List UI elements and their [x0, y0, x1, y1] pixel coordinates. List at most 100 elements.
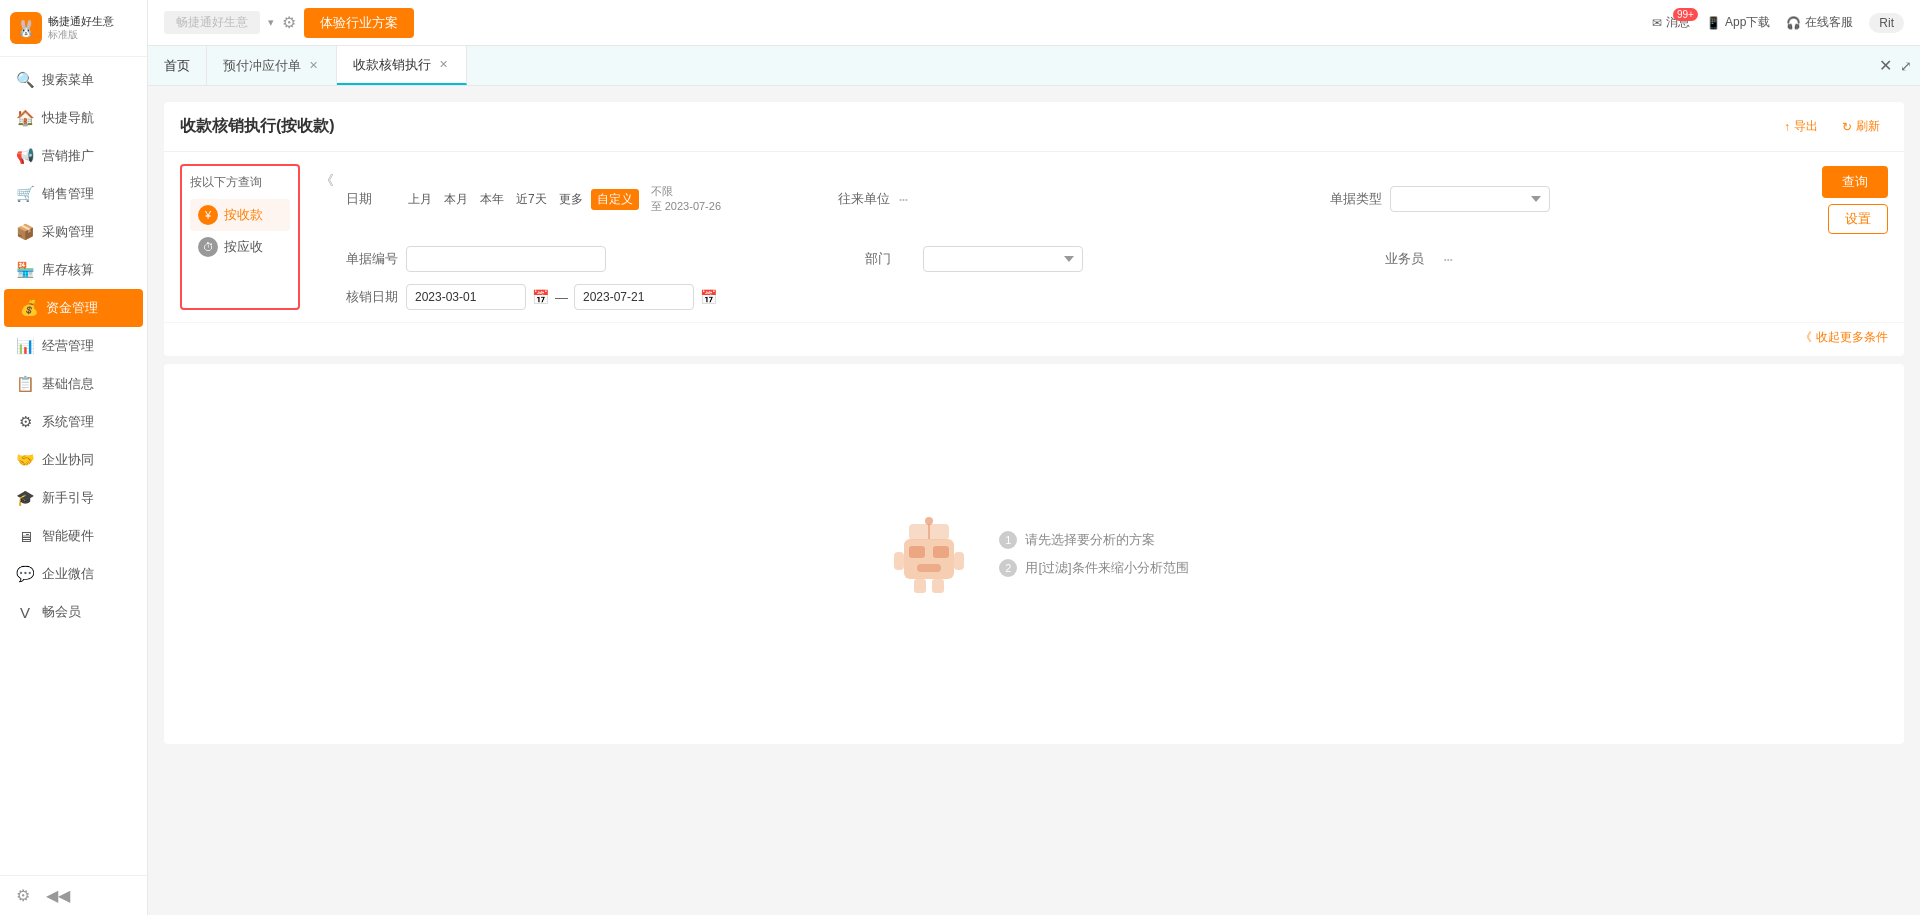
sidebar-item-finance[interactable]: 💰 资金管理 — [4, 289, 143, 327]
sidebar-item-hardware[interactable]: 🖥 智能硬件 — [0, 517, 147, 555]
empty-state: 1 请先选择要分析的方案 2 用[过滤]条件来缩小分析范围 — [164, 364, 1904, 744]
collapse-sidebar-icon[interactable]: ◀◀ — [46, 886, 70, 905]
sidebar-item-marketing[interactable]: 📢 营销推广 — [0, 137, 147, 175]
purchase-icon: 📦 — [16, 223, 34, 241]
sidebar-item-purchase[interactable]: 📦 采购管理 — [0, 213, 147, 251]
online-service-button[interactable]: 🎧 在线客服 — [1786, 14, 1853, 31]
tabbar-expand-icon[interactable]: ⤢ — [1900, 58, 1912, 74]
empty-tips: 1 请先选择要分析的方案 2 用[过滤]条件来缩小分析范围 — [999, 531, 1188, 577]
filter-option-by-receipt[interactable]: ¥ 按收款 — [190, 199, 290, 231]
tab-prepay[interactable]: 预付冲应付单 ✕ — [207, 46, 337, 85]
verify-date-start-input[interactable] — [406, 284, 526, 310]
date-this-month[interactable]: 本月 — [440, 189, 472, 210]
receipt-option-icon: ¥ — [198, 205, 218, 225]
sidebar-item-wechat-label: 企业微信 — [42, 565, 94, 583]
query-button[interactable]: 查询 — [1822, 166, 1888, 198]
service-label: 在线客服 — [1805, 14, 1853, 31]
svg-rect-3 — [917, 564, 941, 572]
partner-dots: ··· — [898, 189, 907, 210]
settings-bottom-icon[interactable]: ⚙ — [16, 886, 30, 905]
collapse-more-button[interactable]: 《 收起更多条件 — [164, 322, 1904, 356]
date-more[interactable]: 更多 — [555, 189, 587, 210]
tabbar: 首页 预付冲应付单 ✕ 收款核销执行 ✕ ✕ ⤢ — [148, 46, 1920, 86]
tab-prepay-close[interactable]: ✕ — [307, 57, 320, 74]
member-icon: V — [16, 603, 34, 621]
sidebar-item-enterprise[interactable]: 🤝 企业协同 — [0, 441, 147, 479]
tab-home-label: 首页 — [164, 57, 190, 75]
page-actions: ↑ 导出 ↻ 刷新 — [1776, 114, 1888, 139]
filter-collapse-toggle[interactable]: 《 — [320, 164, 334, 190]
sidebar-item-operations[interactable]: 📊 经营管理 — [0, 327, 147, 365]
svg-rect-1 — [909, 546, 925, 558]
verifydate-label: 核销日期 — [346, 288, 398, 306]
sidebar-item-sales[interactable]: 🛒 销售管理 — [0, 175, 147, 213]
app-icon: 📱 — [1706, 16, 1721, 30]
date-shortcuts: 上月 本月 本年 近7天 更多 自定义 — [404, 189, 639, 210]
sidebar-item-inventory[interactable]: 🏪 库存核算 — [0, 251, 147, 289]
sidebar-item-quicknav[interactable]: 🏠 快捷导航 — [0, 99, 147, 137]
sidebar-item-basicinfo[interactable]: 📋 基础信息 — [0, 365, 147, 403]
refresh-button[interactable]: ↻ 刷新 — [1834, 114, 1888, 139]
user-menu-button[interactable]: Rit — [1869, 13, 1904, 33]
page-title: 收款核销执行(按收款) — [180, 116, 335, 137]
filter-option-receivable-label: 按应收 — [224, 238, 263, 256]
topbar-gear-icon[interactable]: ⚙ — [282, 13, 296, 32]
tabbar-close-all-icon[interactable]: ✕ — [1879, 56, 1892, 75]
staff-label: 业务员 — [1385, 250, 1435, 268]
tab-verify[interactable]: 收款核销执行 ✕ — [337, 46, 467, 85]
filter-row-3: 核销日期 📅 — 📅 — [346, 284, 1888, 310]
filter-settings-button[interactable]: 设置 — [1828, 204, 1888, 234]
app-label: App下载 — [1725, 14, 1770, 31]
page-content: 收款核销执行(按收款) ↑ 导出 ↻ 刷新 按以下方查询 ¥ — [148, 86, 1920, 915]
home-icon: 🏠 — [16, 109, 34, 127]
logo-name: 畅捷通好生意 — [48, 14, 114, 28]
tabbar-actions: ✕ ⤢ — [1871, 46, 1920, 85]
verify-date-start-cal-icon[interactable]: 📅 — [532, 289, 549, 305]
dept-select[interactable] — [923, 246, 1083, 272]
service-icon: 🎧 — [1786, 16, 1801, 30]
doctype-select[interactable] — [1390, 186, 1550, 212]
app-download-button[interactable]: 📱 App下载 — [1706, 14, 1770, 31]
sidebar-item-search[interactable]: 🔍 搜索菜单 — [0, 61, 147, 99]
filter-option-by-receivable[interactable]: ⏱ 按应收 — [190, 231, 290, 263]
svg-rect-5 — [954, 552, 964, 570]
sidebar-item-wechat[interactable]: 💬 企业微信 — [0, 555, 147, 593]
collapse-chevron-icon: 《 — [1800, 329, 1812, 346]
sidebar-item-member[interactable]: V 畅会员 — [0, 593, 147, 631]
sidebar-item-guide[interactable]: 🎓 新手引导 — [0, 479, 147, 517]
doctype-label: 单据类型 — [1330, 190, 1382, 208]
tab-home[interactable]: 首页 — [148, 46, 207, 85]
message-button[interactable]: ✉ 消息 99+ — [1652, 14, 1690, 31]
verify-date-end-input[interactable] — [574, 284, 694, 310]
svg-rect-0 — [904, 539, 954, 579]
sidebar-item-purchase-label: 采购管理 — [42, 223, 94, 241]
tab-verify-close[interactable]: ✕ — [437, 56, 450, 73]
sidebar-item-system[interactable]: ⚙ 系统管理 — [0, 403, 147, 441]
svg-rect-4 — [894, 552, 904, 570]
docno-input[interactable] — [406, 246, 606, 272]
topbar: 畅捷通好生意 ▾ ⚙ 体验行业方案 ✉ 消息 99+ 📱 App下载 🎧 在线客… — [148, 0, 1920, 46]
sales-icon: 🛒 — [16, 185, 34, 203]
sidebar-item-system-label: 系统管理 — [42, 413, 94, 431]
date-custom[interactable]: 自定义 — [591, 189, 639, 210]
date-7days[interactable]: 近7天 — [512, 189, 551, 210]
date-this-year[interactable]: 本年 — [476, 189, 508, 210]
sidebar-logo: 🐰 畅捷通好生意 标准版 — [0, 0, 147, 57]
main-area: 畅捷通好生意 ▾ ⚙ 体验行业方案 ✉ 消息 99+ 📱 App下载 🎧 在线客… — [148, 0, 1920, 915]
guide-icon: 🎓 — [16, 489, 34, 507]
svg-point-10 — [925, 517, 933, 525]
collapse-more-label: 收起更多条件 — [1816, 329, 1888, 346]
export-button[interactable]: ↑ 导出 — [1776, 114, 1826, 139]
filter-group-date: 日期 上月 本月 本年 近7天 更多 自定义 不限 至 — [346, 184, 822, 214]
solution-button[interactable]: 体验行业方案 — [304, 8, 414, 38]
docno-label: 单据编号 — [346, 250, 398, 268]
verify-date-end-cal-icon[interactable]: 📅 — [700, 289, 717, 305]
receivable-option-icon: ⏱ — [198, 237, 218, 257]
empty-tip-1-text: 请先选择要分析的方案 — [1025, 531, 1155, 549]
date-last-month[interactable]: 上月 — [404, 189, 436, 210]
topbar-dropdown-icon[interactable]: ▾ — [268, 16, 274, 29]
marketing-icon: 📢 — [16, 147, 34, 165]
hardware-icon: 🖥 — [16, 527, 34, 545]
filter-body: 按以下方查询 ¥ 按收款 ⏱ 按应收 《 — [164, 152, 1904, 322]
filter-panel: 按以下方查询 ¥ 按收款 ⏱ 按应收 《 — [164, 152, 1904, 356]
